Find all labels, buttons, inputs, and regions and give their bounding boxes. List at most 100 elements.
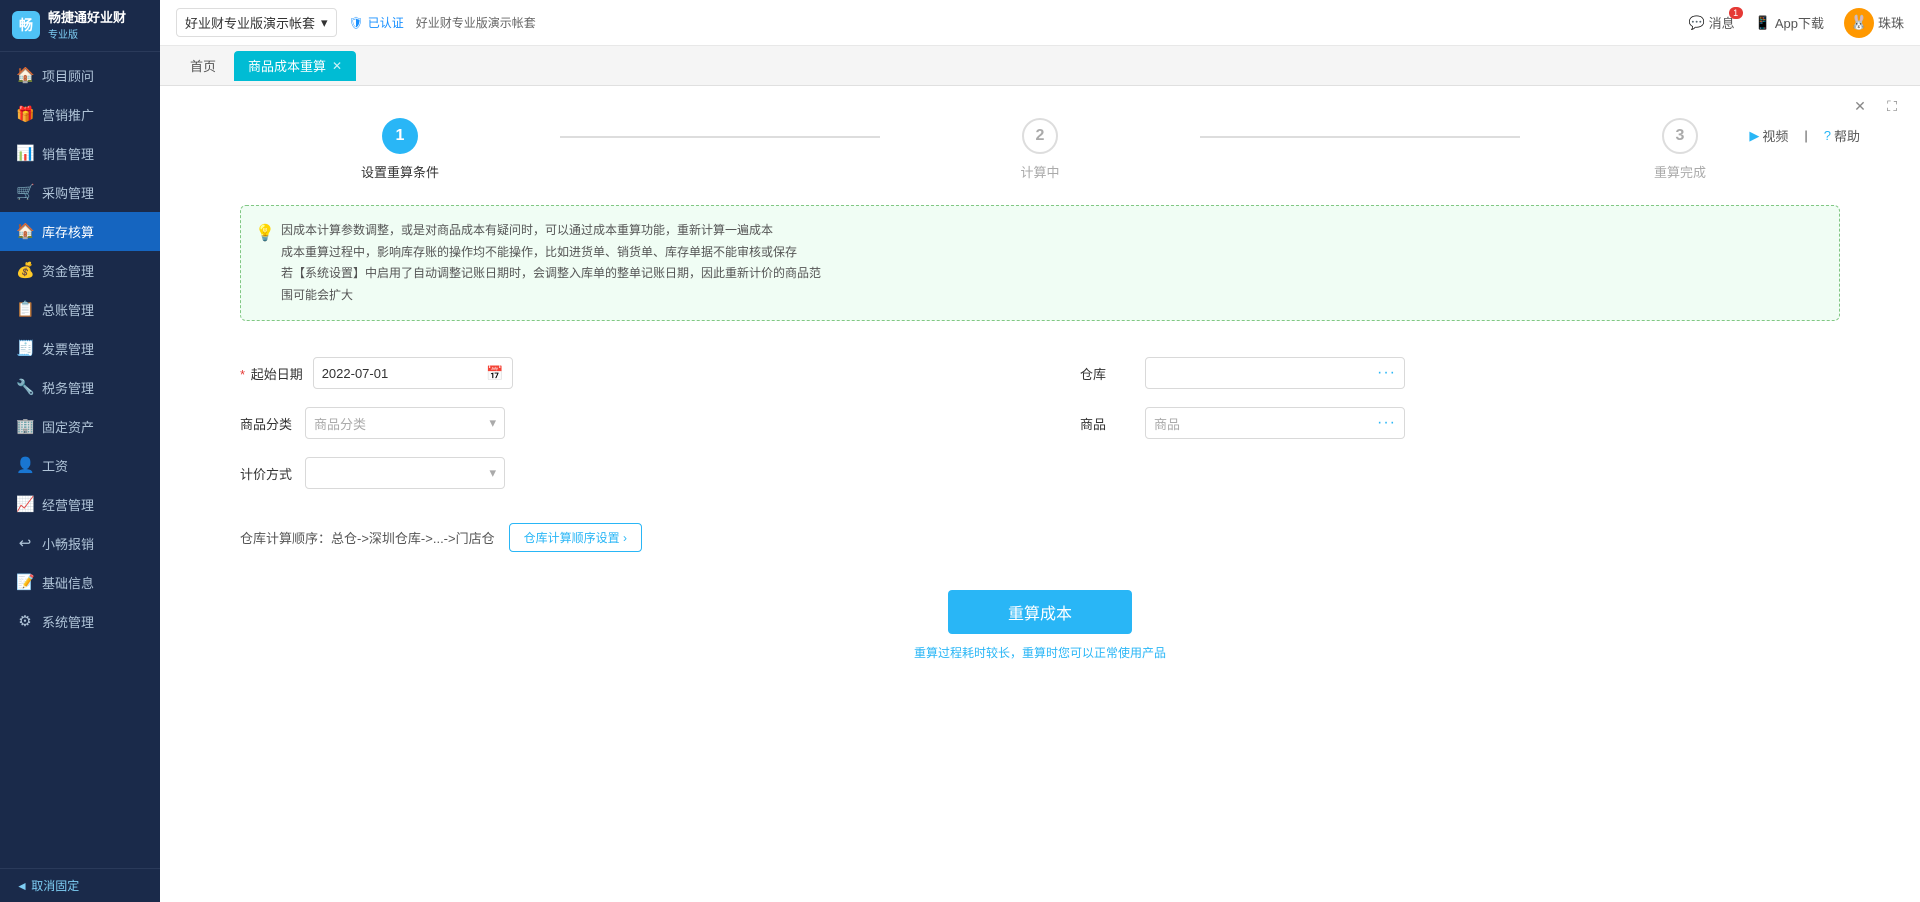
app-download-label: App下载 [1775,13,1824,32]
user-profile-button[interactable]: 🐰 珠珠 [1844,8,1904,38]
topbar-actions: 💬 消息 1 📱 App下载 🐰 珠珠 [1688,8,1904,38]
info-line: 成本重算过程中，影响库存账的操作均不能操作，比如进货单、销货单、库存单据不能审核… [281,242,1823,264]
sidebar-item-basic[interactable]: 📝 基础信息 [0,563,160,602]
sidebar-item-project[interactable]: 🏠 项目顾问 [0,56,160,95]
app-title-group: 畅捷通好业财 专业版 [48,10,126,41]
warehouse-order-btn-label: 仓库计算顺序设置 › [524,529,627,546]
step-0: 1设置重算条件 [240,118,560,181]
step-label-2: 重算完成 [1654,162,1706,181]
pricing-select[interactable]: ▾ [305,457,505,489]
info-line: 因成本计算参数调整，或是对商品成本有疑问时，可以通过成本重算功能，重新计算一遍成… [281,220,1823,242]
sidebar-item-expense[interactable]: ↩ 小畅报销 [0,524,160,563]
info-line: 若【系统设置】中启用了自动调整记账日期时，会调整入库单的整单记账日期，因此重新计… [281,263,1823,285]
sidebar-item-inventory[interactable]: 🏠 库存核算 [0,212,160,251]
category-placeholder: 商品分类 [314,414,366,433]
accounting-icon: 📋 [16,300,34,318]
sidebar-item-label-operation: 经营管理 [42,495,94,514]
sidebar-item-label-tax: 税务管理 [42,378,94,397]
calendar-icon[interactable]: 📅 [486,365,503,382]
expand-window-button[interactable]: ⛶ [1880,94,1904,118]
form-row-2: 商品分类 商品分类 ▾ 商品 商品 ··· [240,407,1840,439]
verified-badge: 🛡 已认证 [349,14,404,31]
topbar: 好业财专业版演示帐套 ▾ 🛡 已认证 好业财专业版演示帐套 💬 消息 1 📱 A… [160,0,1920,46]
sidebar-item-finance[interactable]: 💰 资金管理 [0,251,160,290]
goods-dots-icon[interactable]: ··· [1369,414,1396,432]
warehouse-order-settings-button[interactable]: 仓库计算顺序设置 › [509,523,642,552]
tabbar: 首页商品成本重算✕ [160,46,1920,86]
verified-label: 已认证 [368,14,404,31]
tab-recalc[interactable]: 商品成本重算✕ [234,51,356,81]
sidebar-item-tax[interactable]: 🔧 税务管理 [0,368,160,407]
start-date-group: * 起始日期 2022-07-01 📅 [240,357,1000,389]
main-area: 好业财专业版演示帐套 ▾ 🛡 已认证 好业财专业版演示帐套 💬 消息 1 📱 A… [160,0,1920,902]
step-label-0: 设置重算条件 [361,162,439,181]
warehouse-group: 仓库 ··· [1080,357,1840,389]
purchase-icon: 🛒 [16,183,34,201]
phone-icon: 📱 [1755,15,1771,31]
step-circle-1: 2 [1022,118,1058,154]
sidebar-unpin-button[interactable]: ◄ 取消固定 [0,868,160,902]
info-line: 围可能会扩大 [281,285,1823,307]
sidebar-item-label-invoice: 发票管理 [42,339,94,358]
video-link[interactable]: ▶ 视频 [1749,126,1788,145]
tab-close-recalc[interactable]: ✕ [332,59,342,73]
inventory-icon: 🏠 [16,222,34,240]
basic-icon: 📝 [16,573,34,591]
sidebar-item-label-basic: 基础信息 [42,573,94,592]
sidebar-item-salary[interactable]: 👤 工资 [0,446,160,485]
app-title: 畅捷通好业财 [48,10,126,26]
account-dropdown-icon: ▾ [321,15,328,31]
notification-badge: 1 [1729,7,1743,19]
goods-group: 商品 商品 ··· [1080,407,1840,439]
step-wizard: 1设置重算条件2计算中3重算完成 [160,86,1920,181]
info-lines: 因成本计算参数调整，或是对商品成本有疑问时，可以通过成本重算功能，重新计算一遍成… [281,220,1823,306]
help-link[interactable]: ? 帮助 [1824,126,1860,145]
close-window-button[interactable]: ✕ [1848,94,1872,118]
sidebar-item-label-finance: 资金管理 [42,261,94,280]
warehouse-dots-icon[interactable]: ··· [1369,364,1396,382]
form-row-1: * 起始日期 2022-07-01 📅 仓库 ··· [240,357,1840,389]
pricing-label: 计价方式 [240,464,295,483]
start-date-label: * 起始日期 [240,364,303,383]
expense-icon: ↩ [16,534,34,552]
recalc-hint: 重算过程耗时较长，重算时您可以正常使用产品 [914,644,1166,661]
sidebar-item-system[interactable]: ⚙ 系统管理 [0,602,160,641]
sidebar-header: 畅 畅捷通好业财 专业版 [0,0,160,52]
tab-home[interactable]: 首页 [176,51,230,81]
goods-label: 商品 [1080,414,1135,433]
sidebar-item-marketing[interactable]: 🎁 营销推广 [0,95,160,134]
sidebar-item-sales[interactable]: 📊 销售管理 [0,134,160,173]
salary-icon: 👤 [16,456,34,474]
app-download-button[interactable]: 📱 App下载 [1755,13,1824,32]
goods-input[interactable]: 商品 ··· [1145,407,1405,439]
sidebar-item-invoice[interactable]: 🧾 发票管理 [0,329,160,368]
system-icon: ⚙ [16,612,34,630]
message-button[interactable]: 💬 消息 1 [1688,13,1734,32]
start-date-input[interactable]: 2022-07-01 📅 [313,357,513,389]
sidebar: 畅 畅捷通好业财 专业版 🏠 项目顾问 🎁 营销推广 📊 销售管理 🛒 采购管理… [0,0,160,902]
goods-placeholder: 商品 [1154,414,1363,433]
step-line-1 [1200,136,1520,138]
warehouse-label: 仓库 [1080,364,1135,383]
category-select[interactable]: 商品分类 ▾ [305,407,505,439]
sidebar-item-purchase[interactable]: 🛒 采购管理 [0,173,160,212]
warehouse-input[interactable]: ··· [1145,357,1405,389]
sidebar-item-accounting[interactable]: 📋 总账管理 [0,290,160,329]
app-logo-icon: 畅 [12,11,40,39]
sidebar-item-label-marketing: 营销推广 [42,105,94,124]
step-1: 2计算中 [880,118,1200,181]
sales-icon: 📊 [16,144,34,162]
top-links: ▶ 视频 | ? 帮助 [1749,126,1860,145]
sidebar-item-assets[interactable]: 🏢 固定资产 [0,407,160,446]
account-selector[interactable]: 好业财专业版演示帐套 ▾ [176,8,337,37]
step-line-0 [560,136,880,138]
app-subtitle: 专业版 [48,26,126,41]
assets-icon: 🏢 [16,417,34,435]
divider: | [1804,128,1807,143]
recalc-button[interactable]: 重算成本 [948,590,1132,634]
info-box: 💡 因成本计算参数调整，或是对商品成本有疑问时，可以通过成本重算功能，重新计算一… [240,205,1840,321]
category-group: 商品分类 商品分类 ▾ [240,407,1000,439]
info-lightbulb-icon: 💡 [255,220,275,249]
sidebar-item-operation[interactable]: 📈 经营管理 [0,485,160,524]
invoice-icon: 🧾 [16,339,34,357]
